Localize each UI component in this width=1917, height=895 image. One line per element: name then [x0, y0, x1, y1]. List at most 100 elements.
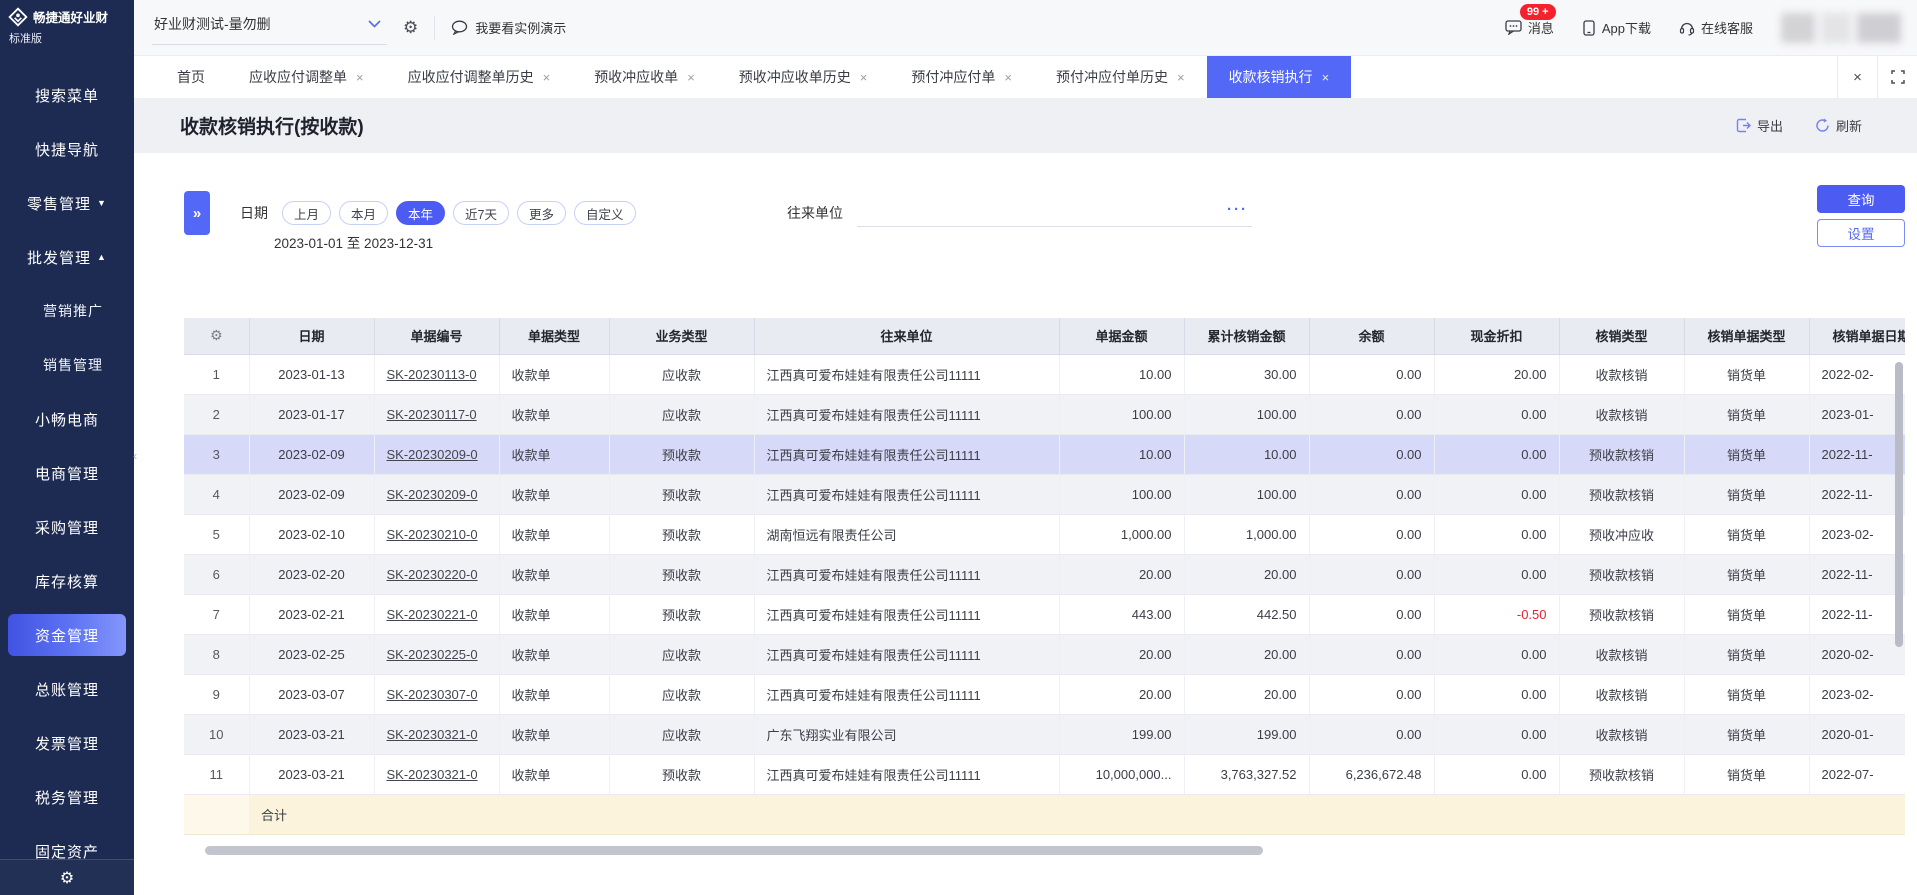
document-number-link[interactable]: SK-20230321-0 — [387, 767, 478, 782]
document-number-link[interactable]: SK-20230113-0 — [387, 367, 477, 382]
sidebar-item-label: 发票管理 — [34, 735, 99, 753]
table-row[interactable]: 3 2023-02-09 SK-20230209-0 收款单 预收款 江西真可爱布娃娃有限… — [184, 434, 1905, 475]
table-cell: 1,000.00 — [1184, 514, 1310, 555]
table-row[interactable]: 1 2023-01-13 SK-20230113-0 收款单 应收款 江西真可爱布娃娃有限… — [184, 354, 1905, 395]
export-button[interactable]: 导出 — [1736, 116, 1783, 135]
tab-close-icon[interactable]: × — [1004, 70, 1012, 85]
table-cell: 收款单 — [499, 554, 610, 595]
table-row[interactable]: 9 2023-03-07 SK-20230307-0 收款单 应收款 江西真可爱布娃娃有限… — [184, 674, 1905, 715]
date-pill-本年[interactable]: 本年 — [396, 201, 446, 225]
document-number-link[interactable]: SK-20230221-0 — [387, 607, 478, 622]
settings-button[interactable]: 设置 — [1817, 219, 1905, 247]
tab[interactable]: 预收冲应收单历史 × — [717, 56, 890, 98]
workspace-selector[interactable]: 好业财测试-量勿删 — [152, 10, 387, 45]
sidebar-item-批发管理[interactable]: 批发管理 ▲ — [0, 230, 134, 284]
table-cell: 20.00 — [1059, 554, 1185, 595]
sidebar-item-零售管理[interactable]: 零售管理 ▼ — [0, 176, 134, 230]
table-cell: 2023-02-10 — [249, 514, 375, 555]
sidebar-collapse-icon[interactable]: ‹ — [133, 442, 147, 468]
sidebar-item-库存核算[interactable]: 库存核算 — [0, 554, 134, 608]
sidebar-item-固定资产[interactable]: 固定资产 — [0, 824, 134, 860]
table-cell: 0.00 — [1434, 634, 1560, 675]
online-service-button[interactable]: 在线客服 — [1679, 18, 1753, 37]
tab[interactable]: 首页 — [155, 56, 227, 98]
tab[interactable]: 收款核销执行 × — [1206, 56, 1352, 98]
date-pill-更多[interactable]: 更多 — [517, 201, 567, 225]
sidebar-item-营销推广[interactable]: 营销推广 — [0, 284, 134, 338]
expand-filter-button[interactable]: » — [184, 191, 210, 235]
sidebar-item-电商管理[interactable]: 电商管理 — [0, 446, 134, 500]
date-pill-自定义[interactable]: 自定义 — [574, 201, 636, 225]
sidebar-item-快捷导航[interactable]: 快捷导航 — [0, 122, 134, 176]
sidebar-settings-button[interactable]: ⚙ — [0, 859, 134, 895]
tab-close-icon[interactable]: × — [356, 70, 364, 85]
tab-close-icon[interactable]: × — [1322, 70, 1330, 85]
table-row[interactable]: 2 2023-01-17 SK-20230117-0 收款单 应收款 江西真可爱布娃娃有限… — [184, 394, 1905, 435]
user-account[interactable] — [1781, 12, 1901, 43]
table-row[interactable]: 11 2023-03-21 SK-20230321-0 收款单 预收款 江西真可爱布娃娃有… — [184, 754, 1905, 795]
table-cell: SK-20230221-0 — [374, 594, 500, 635]
refresh-button[interactable]: 刷新 — [1815, 116, 1862, 135]
document-number-link[interactable]: SK-20230209-0 — [387, 447, 478, 462]
document-number-link[interactable]: SK-20230307-0 — [387, 687, 478, 702]
document-number-link[interactable]: SK-20230321-0 — [387, 727, 478, 742]
table-cell: 4 — [184, 474, 250, 515]
table-cell: 10.00 — [1059, 434, 1185, 475]
tab-label: 预付冲应付单 — [911, 69, 996, 85]
close-all-tabs-icon[interactable]: × — [1837, 56, 1877, 98]
date-pill-近7天[interactable]: 近7天 — [453, 201, 509, 225]
app-logo[interactable]: 畅捷通好业财 标准版 — [0, 0, 134, 56]
document-number-link[interactable]: SK-20230117-0 — [387, 407, 477, 422]
demo-link[interactable]: 我要看实例演示 — [451, 18, 566, 37]
table-cell: 湖南恒远有限责任公司 — [754, 514, 1060, 555]
fullscreen-icon[interactable] — [1877, 56, 1917, 98]
table-row[interactable]: 4 2023-02-09 SK-20230209-0 收款单 预收款 江西真可爱布娃娃有限… — [184, 474, 1905, 515]
table-cell: 2023-02- — [1809, 674, 1905, 715]
table-cell: 销货单 — [1684, 674, 1810, 715]
table-row[interactable]: 5 2023-02-10 SK-20230210-0 收款单 预收款 湖南恒远有限责任公司… — [184, 514, 1905, 555]
table-row[interactable]: 10 2023-03-21 SK-20230321-0 收款单 应收款 广东飞翔实业有限公… — [184, 714, 1905, 755]
table-row[interactable]: 7 2023-02-21 SK-20230221-0 收款单 预收款 江西真可爱布娃娃有限… — [184, 594, 1905, 635]
partner-filter-label: 往来单位 — [787, 205, 843, 221]
document-number-link[interactable]: SK-20230210-0 — [387, 527, 478, 542]
tab[interactable]: 预付冲应付单 × — [889, 56, 1034, 98]
tab[interactable]: 应收应付调整单 × — [227, 56, 386, 98]
sidebar-item-小畅电商[interactable]: 小畅电商 — [0, 392, 134, 446]
tab-close-icon[interactable]: × — [860, 70, 868, 85]
vertical-scrollbar[interactable] — [1895, 362, 1903, 647]
tab[interactable]: 预收冲应收单 × — [572, 56, 717, 98]
messages-button[interactable]: 99 + 消息 — [1505, 4, 1556, 37]
sidebar-item-资金管理[interactable]: 资金管理 — [8, 614, 126, 656]
date-pill-本月[interactable]: 本月 — [339, 201, 389, 225]
partner-input[interactable]: ··· — [857, 201, 1252, 227]
tab-close-icon[interactable]: × — [687, 70, 695, 85]
table-row[interactable]: 6 2023-02-20 SK-20230220-0 收款单 预收款 江西真可爱布娃娃有限… — [184, 554, 1905, 595]
query-button[interactable]: 查询 — [1817, 185, 1905, 213]
sidebar-item-搜索菜单[interactable]: 搜索菜单 — [0, 68, 134, 122]
app-download-button[interactable]: App下载 — [1582, 18, 1651, 37]
sidebar-item-税务管理[interactable]: 税务管理 — [0, 770, 134, 824]
tab-label: 预收冲应收单 — [594, 69, 679, 85]
column-header-单据编号: 单据编号 — [374, 318, 500, 355]
document-number-link[interactable]: SK-20230220-0 — [387, 567, 478, 582]
partner-picker-ellipsis-icon[interactable]: ··· — [1227, 201, 1248, 218]
tab-close-icon[interactable]: × — [1177, 70, 1185, 85]
gear-icon[interactable]: ⚙ — [403, 18, 418, 38]
table-settings-gear-icon[interactable]: ⚙ — [210, 327, 223, 343]
sidebar-item-采购管理[interactable]: 采购管理 — [0, 500, 134, 554]
sidebar-item-总账管理[interactable]: 总账管理 — [0, 662, 134, 716]
document-number-link[interactable]: SK-20230209-0 — [387, 487, 478, 502]
tab[interactable]: 预付冲应付单历史 × — [1034, 56, 1207, 98]
table-cell: 0.00 — [1309, 474, 1435, 515]
tab[interactable]: 应收应付调整单历史 × — [386, 56, 573, 98]
table-row[interactable]: 8 2023-02-25 SK-20230225-0 收款单 应收款 江西真可爱布娃娃有限… — [184, 634, 1905, 675]
tab-close-icon[interactable]: × — [543, 70, 551, 85]
table-cell: 收款单 — [499, 594, 610, 635]
sidebar-item-销售管理[interactable]: 销售管理 — [0, 338, 134, 392]
sidebar-item-发票管理[interactable]: 发票管理 — [0, 716, 134, 770]
date-pill-上月[interactable]: 上月 — [282, 201, 332, 225]
horizontal-scrollbar[interactable] — [205, 846, 1263, 855]
sidebar-item-label: 采购管理 — [34, 519, 99, 537]
tab-label: 应收应付调整单 — [249, 69, 347, 85]
document-number-link[interactable]: SK-20230225-0 — [387, 647, 478, 662]
